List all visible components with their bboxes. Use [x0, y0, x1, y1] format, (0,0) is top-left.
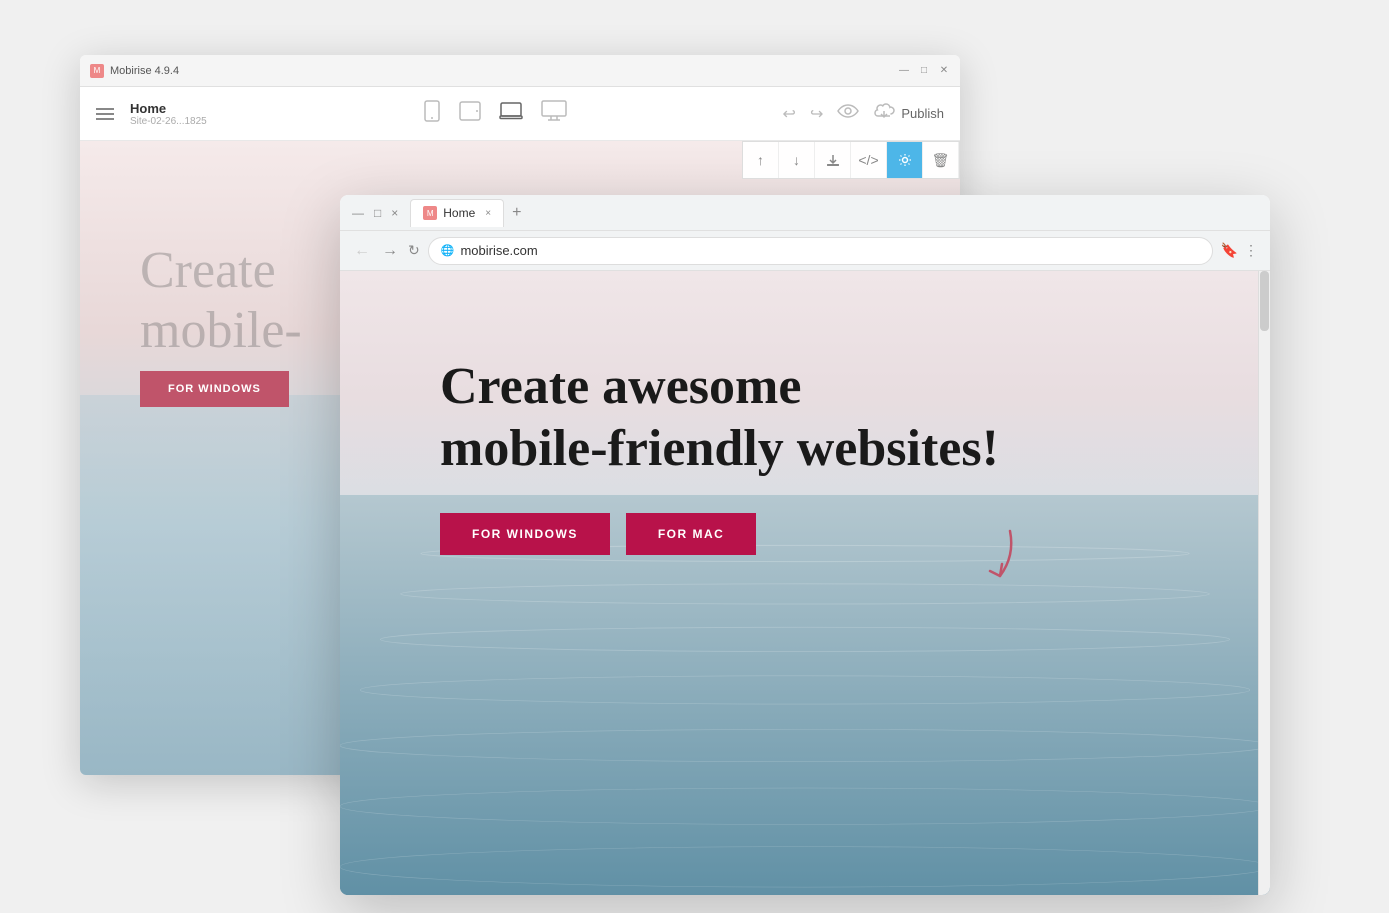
browser-bar-actions: 🔖 ⋮: [1221, 242, 1258, 259]
windows-download-button[interactable]: FOR WINDOWS: [440, 513, 610, 555]
desktop-device-icon[interactable]: [541, 100, 567, 127]
editor-hero-text: Create mobile-: [140, 241, 302, 361]
device-selector: [423, 100, 567, 127]
hero-main-text: Create awesome mobile-friendly websites!: [440, 356, 1190, 481]
arrow-decoration: [950, 511, 1030, 596]
back-button[interactable]: ←: [352, 242, 372, 260]
block-toolbar: ↑ ↓ </> 🗑: [742, 141, 960, 179]
browser-minimize-button[interactable]: —: [352, 206, 364, 220]
publish-label: Publish: [901, 106, 944, 121]
minimize-button[interactable]: —: [898, 65, 910, 77]
scrollbar-thumb[interactable]: [1260, 271, 1269, 331]
menu-icon[interactable]: [96, 108, 114, 120]
laptop-device-icon[interactable]: [499, 100, 523, 127]
browser-new-tab-button[interactable]: +: [512, 204, 521, 222]
block-delete-button[interactable]: 🗑: [923, 142, 959, 178]
phone-device-icon[interactable]: [423, 100, 441, 127]
url-bar[interactable]: 🌐 mobirise.com: [428, 237, 1213, 265]
lock-icon: 🌐: [441, 244, 455, 257]
tablet-device-icon[interactable]: [459, 100, 481, 127]
editor-toolbar: Home Site-02-26...1825: [80, 87, 960, 141]
toolbar-actions: ↩ ↪ Publish: [783, 103, 944, 124]
editor-titlebar: M Mobirise 4.9.4 — □ ✕: [80, 55, 960, 87]
block-save-button[interactable]: [815, 142, 851, 178]
browser-addressbar: ← → ↻ 🌐 mobirise.com 🔖 ⋮: [340, 231, 1270, 271]
cloud-icon: [873, 103, 895, 124]
app-title: Mobirise 4.9.4: [110, 65, 179, 77]
browser-maximize-button[interactable]: □: [374, 206, 381, 220]
bookmark-icon[interactable]: 🔖: [1221, 242, 1238, 259]
url-text: mobirise.com: [460, 243, 537, 258]
block-move-up-button[interactable]: ↑: [743, 142, 779, 178]
editor-windows-button[interactable]: FOR WINDOWS: [140, 371, 289, 407]
browser-close-button[interactable]: ×: [391, 206, 398, 220]
browser-tab-title: Home: [443, 206, 475, 220]
window-controls: — □ ✕: [898, 65, 950, 77]
block-settings-button[interactable]: [887, 142, 923, 178]
browser-tab-close-button[interactable]: ×: [485, 208, 491, 219]
hero-text-container: Create awesome mobile-friendly websites!…: [440, 356, 1190, 555]
redo-button[interactable]: ↪: [810, 104, 823, 124]
browser-titlebar: — □ × M Home × +: [340, 195, 1270, 231]
preview-button[interactable]: [837, 103, 859, 124]
block-move-down-button[interactable]: ↓: [779, 142, 815, 178]
hero-buttons: FOR WINDOWS FOR MAC: [440, 513, 1190, 555]
undo-button[interactable]: ↩: [783, 104, 796, 124]
page-subtitle: Site-02-26...1825: [130, 116, 207, 127]
browser-tabs: M Home × +: [410, 199, 1258, 227]
close-button[interactable]: ✕: [938, 65, 950, 77]
browser-scrollbar[interactable]: [1258, 271, 1270, 895]
publish-button[interactable]: Publish: [873, 103, 944, 124]
maximize-button[interactable]: □: [918, 65, 930, 77]
mac-download-button[interactable]: FOR MAC: [626, 513, 757, 555]
browser-window-controls: — □ ×: [352, 206, 398, 220]
app-logo-icon: M: [90, 64, 104, 78]
page-info: Home Site-02-26...1825: [130, 101, 207, 127]
browser-content: Create awesome mobile-friendly websites!…: [340, 271, 1270, 895]
browser-window: — □ × M Home × + ← → ↻ 🌐 mobirise.com 🔖 …: [340, 195, 1270, 895]
water-svg: [340, 495, 1270, 895]
menu-dots-icon[interactable]: ⋮: [1244, 242, 1258, 259]
water-area: [340, 495, 1270, 895]
refresh-button[interactable]: ↻: [408, 242, 420, 259]
page-title: Home: [130, 101, 207, 116]
block-code-button[interactable]: </>: [851, 142, 887, 178]
browser-tab-icon: M: [423, 206, 437, 220]
forward-button[interactable]: →: [380, 242, 400, 260]
browser-active-tab[interactable]: M Home ×: [410, 199, 504, 227]
arrow-svg: [950, 511, 1030, 591]
